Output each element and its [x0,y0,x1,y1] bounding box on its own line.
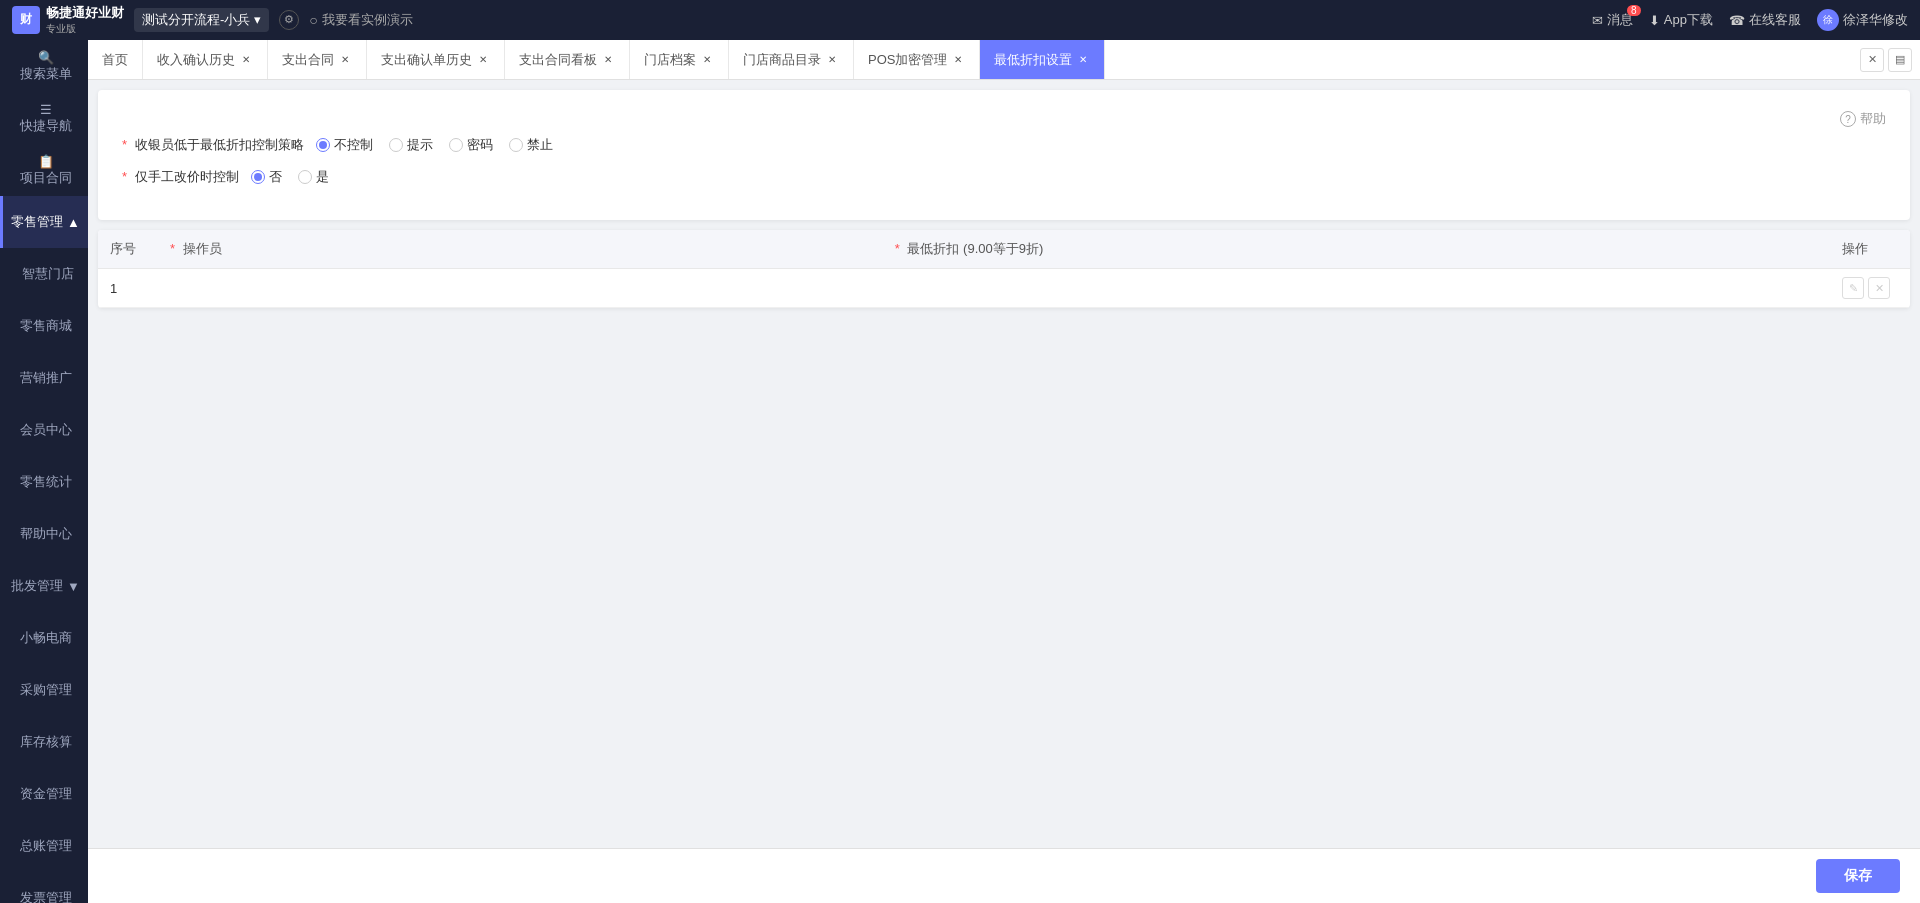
option-no[interactable]: 否 [251,168,282,186]
discount-policy-row: * 收银员低于最低折扣控制策略 不控制 提示 [122,136,1886,154]
avatar: 徐 [1817,9,1839,31]
settings-panel: ? 帮助 * 收银员低于最低折扣控制策略 不控制 [98,90,1910,220]
discount-policy-options: 不控制 提示 密码 禁止 [316,136,553,154]
header-right: ✉ 消息 8 ⬇ App下载 ☎ 在线客服 徐 徐泽华修改 [1592,9,1908,31]
chevron-down-icon: ▼ [67,579,80,594]
sidebar-item-ledger[interactable]: 总账管理 [0,820,88,872]
help-icon: ? [1840,111,1856,127]
discount-table: 序号 * 操作员 * 最低折扣 (9.00等于9折) 操作 [98,230,1910,308]
branch-selector[interactable]: 测试分开流程-小兵 ▾ [134,8,269,32]
top-header: 财 畅捷通好业财 专业版 测试分开流程-小兵 ▾ ⚙ ○ 我要看实例演示 ✉ 消… [0,0,1920,40]
tab-close-discount[interactable]: ✕ [1076,53,1090,67]
tab-close-expense-history[interactable]: ✕ [476,53,490,67]
tab-close-pos[interactable]: ✕ [951,53,965,67]
sidebar: 🔍 搜索菜单 ☰ 快捷导航 📋 项目合同 零售管理 ▲ 智慧门店 零售商城 营销… [0,40,88,903]
tab-close-income[interactable]: ✕ [239,53,253,67]
sidebar-item-inventory[interactable]: 库存核算 [0,716,88,768]
tab-bar-end: ✕ ▤ [1860,48,1920,72]
option-prompt[interactable]: 提示 [389,136,433,154]
chevron-down-icon: ▾ [254,12,261,27]
sidebar-item-online-store[interactable]: 零售商城 [0,300,88,352]
tab-home[interactable]: 首页 [88,40,143,80]
header-left: 财 畅捷通好业财 专业版 测试分开流程-小兵 ▾ ⚙ ○ 我要看实例演示 [12,5,413,35]
settings-icon[interactable]: ⚙ [279,10,299,30]
app-download-action[interactable]: ⬇ App下载 [1649,11,1713,29]
page-footer: 保存 [88,848,1920,903]
col-header-seq: 序号 [98,230,158,269]
edit-btn[interactable]: ✎ [1842,277,1864,299]
contract-icon: 📋 [38,154,54,169]
option-prohibit[interactable]: 禁止 [509,136,553,154]
cell-seq: 1 [98,269,158,308]
row-action-btns: ✎ ✕ [1842,277,1898,299]
user-info[interactable]: 徐 徐泽华修改 [1817,9,1908,31]
tab-close-all-btn[interactable]: ✕ [1860,48,1884,72]
chevron-up-icon: ▲ [67,215,80,230]
main-layout: 🔍 搜索菜单 ☰ 快捷导航 📋 项目合同 零售管理 ▲ 智慧门店 零售商城 营销… [0,40,1920,903]
logo-area: 财 畅捷通好业财 专业版 [12,5,124,35]
tab-expense-confirm-history[interactable]: 支出确认单历史 ✕ [367,40,505,80]
search-icon: 🔍 [38,50,54,65]
demo-link[interactable]: ○ 我要看实例演示 [309,11,412,29]
cell-operator [158,269,883,308]
manual-price-options: 否 是 [251,168,329,186]
tab-store-file[interactable]: 门店档案 ✕ [630,40,729,80]
col-header-discount: * 最低折扣 (9.00等于9折) [883,230,1830,269]
logo-text: 畅捷通好业财 专业版 [46,5,124,35]
sidebar-item-member[interactable]: 会员中心 [0,404,88,456]
table-row: 1 ✎ ✕ [98,269,1910,308]
tab-expense-contract[interactable]: 支出合同 ✕ [268,40,367,80]
help-link[interactable]: ? 帮助 [1840,110,1886,128]
tab-close-board[interactable]: ✕ [601,53,615,67]
service-icon: ☎ [1729,13,1745,28]
save-button[interactable]: 保存 [1816,859,1900,893]
message-icon: ✉ [1592,13,1603,28]
sidebar-item-help[interactable]: 帮助中心 [0,508,88,560]
download-icon: ⬇ [1649,13,1660,28]
tab-store-catalog[interactable]: 门店商品目录 ✕ [729,40,854,80]
tab-income-history[interactable]: 收入确认历史 ✕ [143,40,268,80]
discount-policy-label: * 收银员低于最低折扣控制策略 [122,136,304,154]
message-action[interactable]: ✉ 消息 8 [1592,11,1633,29]
manual-price-row: * 仅手工改价时控制 否 是 [122,168,1886,186]
sidebar-item-project[interactable]: 📋 项目合同 [0,144,88,196]
tab-min-discount[interactable]: 最低折扣设置 ✕ [980,40,1105,80]
table-body: 1 ✎ ✕ [98,269,1910,308]
sidebar-item-retail-stats[interactable]: 零售统计 [0,456,88,508]
content-area: 首页 收入确认历史 ✕ 支出合同 ✕ 支出确认单历史 ✕ 支出合同看板 ✕ 门店… [88,40,1920,903]
option-password[interactable]: 密码 [449,136,493,154]
sidebar-item-quicknav[interactable]: ☰ 快捷导航 [0,92,88,144]
sidebar-item-marketing[interactable]: 营销推广 [0,352,88,404]
table-container: 序号 * 操作员 * 最低折扣 (9.00等于9折) 操作 [98,230,1910,308]
online-service-action[interactable]: ☎ 在线客服 [1729,11,1801,29]
sidebar-item-wholesale[interactable]: 批发管理 ▼ [0,560,88,612]
option-no-control[interactable]: 不控制 [316,136,373,154]
tab-pos-encrypt[interactable]: POS加密管理 ✕ [854,40,980,80]
col-header-action: 操作 [1830,230,1910,269]
manual-price-label: * 仅手工改价时控制 [122,168,239,186]
tab-close-store-file[interactable]: ✕ [700,53,714,67]
sidebar-item-finance[interactable]: 资金管理 [0,768,88,820]
cell-discount [883,269,1830,308]
cell-actions: ✎ ✕ [1830,269,1910,308]
delete-btn[interactable]: ✕ [1868,277,1890,299]
sidebar-item-ecommerce[interactable]: 小畅电商 [0,612,88,664]
tab-bar: 首页 收入确认历史 ✕ 支出合同 ✕ 支出确认单历史 ✕ 支出合同看板 ✕ 门店… [88,40,1920,80]
option-yes[interactable]: 是 [298,168,329,186]
col-header-operator: * 操作员 [158,230,883,269]
sidebar-item-search[interactable]: 🔍 搜索菜单 [0,40,88,92]
tab-close-expense[interactable]: ✕ [338,53,352,67]
table-header: 序号 * 操作员 * 最低折扣 (9.00等于9折) 操作 [98,230,1910,269]
tab-close-catalog[interactable]: ✕ [825,53,839,67]
page-content: ? 帮助 * 收银员低于最低折扣控制策略 不控制 [88,80,1920,903]
nav-icon: ☰ [40,102,52,117]
sidebar-item-invoice[interactable]: 发票管理 [0,872,88,903]
tab-expense-board[interactable]: 支出合同看板 ✕ [505,40,630,80]
message-badge: 8 [1627,5,1641,16]
sidebar-item-smart-store[interactable]: 智慧门店 [0,248,88,300]
sidebar-item-purchase[interactable]: 采购管理 [0,664,88,716]
sidebar-item-retail[interactable]: 零售管理 ▲ [0,196,88,248]
logo-icon: 财 [12,6,40,34]
tab-menu-btn[interactable]: ▤ [1888,48,1912,72]
